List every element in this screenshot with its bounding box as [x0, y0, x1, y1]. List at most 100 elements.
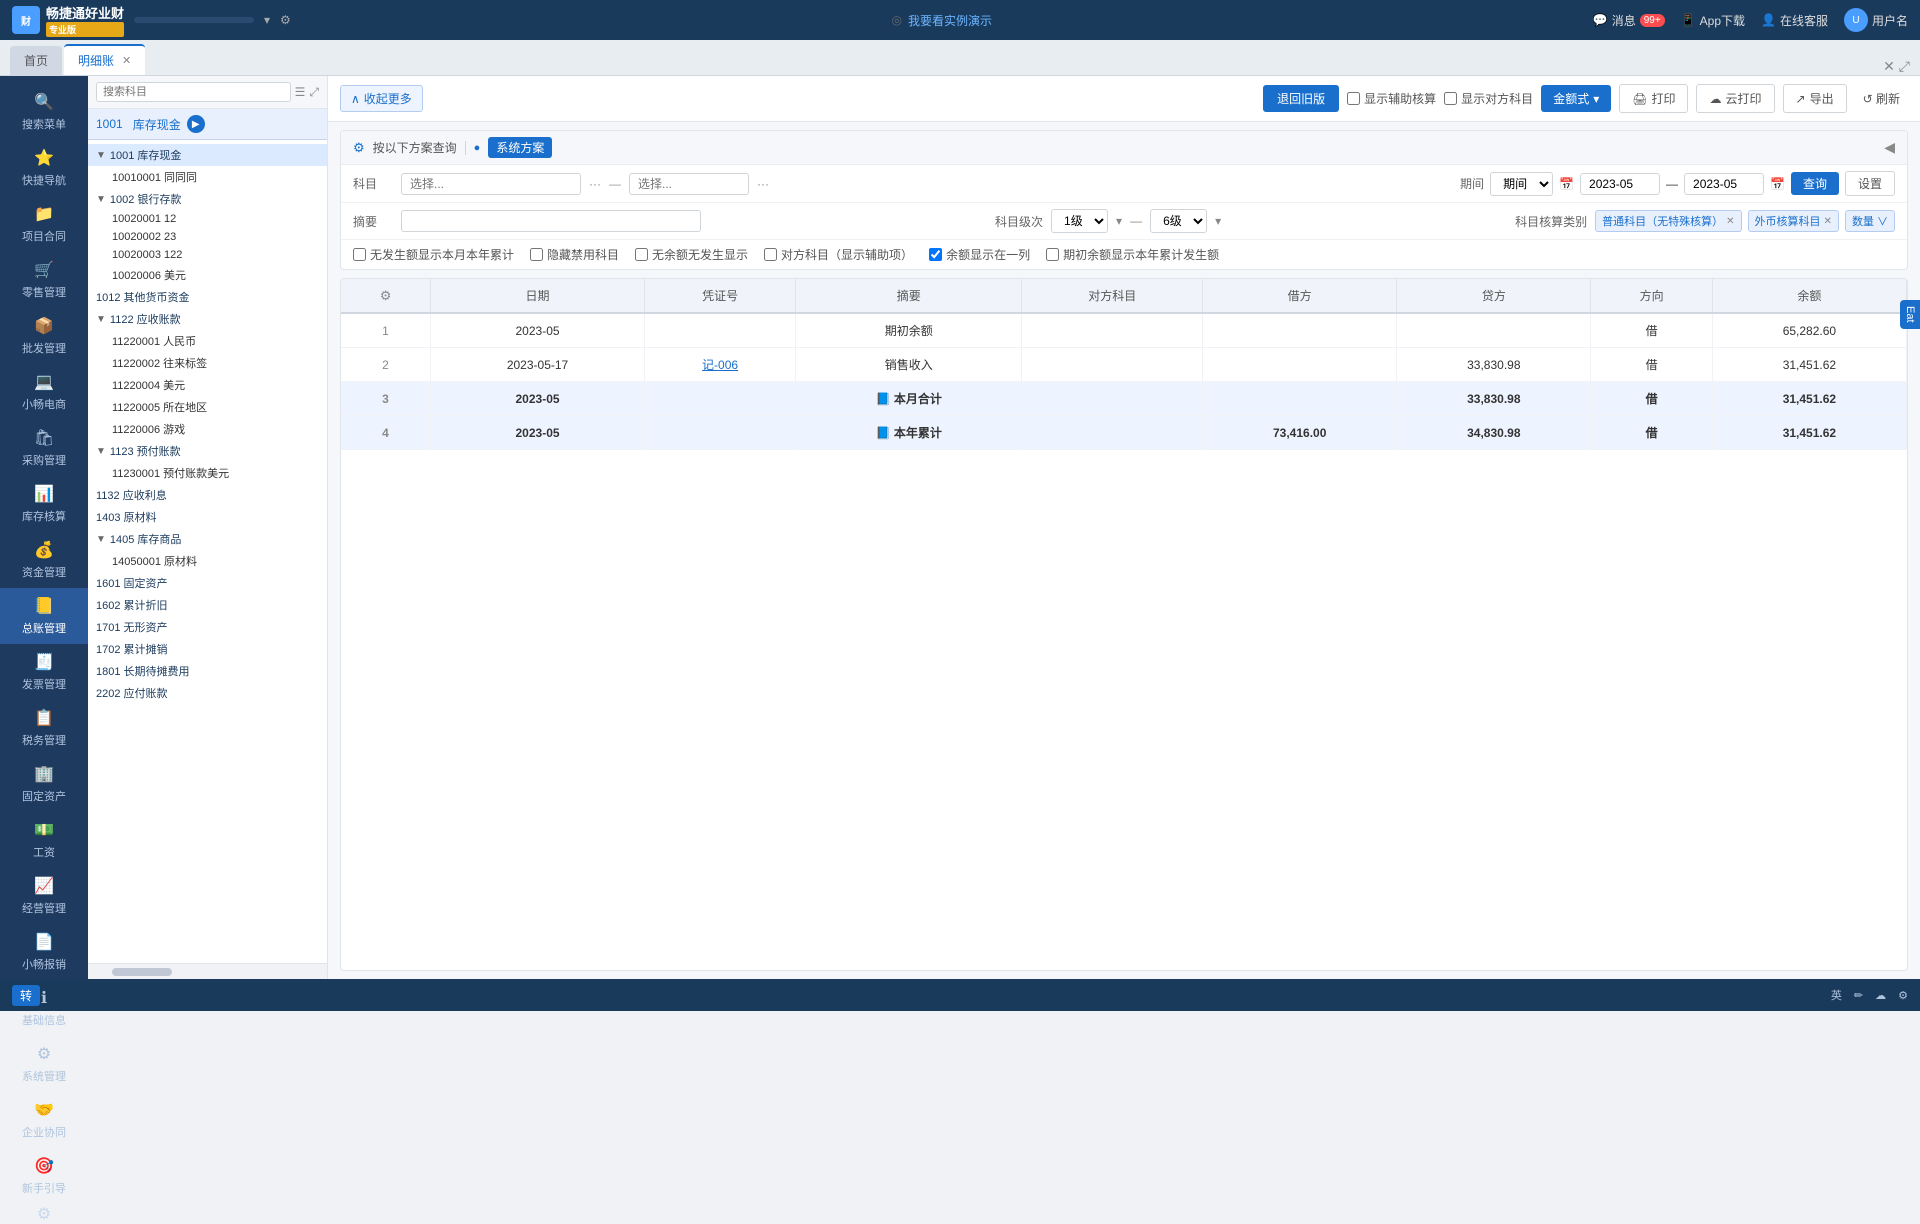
- sidebar-item-search[interactable]: 🔍 搜索菜单: [0, 84, 88, 140]
- voucher-link-2[interactable]: 记-006: [702, 358, 738, 372]
- settings-icon[interactable]: ⚙: [280, 13, 291, 27]
- message-button[interactable]: 💬 消息 99+: [1593, 12, 1665, 29]
- sidebar-item-cooperation[interactable]: 🤝 企业协同: [0, 1092, 88, 1148]
- sidebar-item-project[interactable]: 📁 项目合同: [0, 196, 88, 252]
- tab-detail[interactable]: 明细账 ✕: [64, 44, 145, 75]
- sidebar-item-guide[interactable]: 🎯 新手引导: [0, 1148, 88, 1204]
- bottom-settings-item[interactable]: ⚙: [1898, 989, 1908, 1002]
- app-download-button[interactable]: 📱 App下载: [1681, 12, 1745, 29]
- export-button[interactable]: ↗ 导出: [1783, 84, 1847, 113]
- cb-balance-col-input[interactable]: [929, 248, 942, 261]
- subject-input[interactable]: [401, 173, 581, 195]
- sidebar-item-payroll[interactable]: 💵 工资: [0, 812, 88, 868]
- expand-icon[interactable]: ⤢: [309, 85, 319, 100]
- sidebar-item-tax[interactable]: 📋 税务管理: [0, 700, 88, 756]
- cloud-print-button[interactable]: ☁ 云打印: [1696, 84, 1774, 113]
- account-search-input[interactable]: [96, 82, 291, 102]
- filter-settings-icon[interactable]: ●: [474, 142, 481, 154]
- tree-item-2202[interactable]: 2202 应付账款: [88, 682, 327, 704]
- sidebar-item-invoice[interactable]: 🧾 发票管理: [0, 644, 88, 700]
- dropdown-arrow[interactable]: ▾: [264, 13, 270, 27]
- cb-hide-disabled-input[interactable]: [530, 248, 543, 261]
- online-service-button[interactable]: 👤 在线客服: [1761, 12, 1828, 29]
- tree-item-11220001[interactable]: 11220001 人民币: [88, 330, 327, 352]
- bottom-lang-item[interactable]: 英: [1831, 987, 1842, 1003]
- print-button[interactable]: 🖨 打印: [1619, 84, 1688, 113]
- cb-period-balance-input[interactable]: [1046, 248, 1059, 261]
- period-start-input[interactable]: [1580, 173, 1660, 195]
- tag-normal-close[interactable]: ✕: [1726, 216, 1734, 227]
- tree-item-1702[interactable]: 1702 累计摊销: [88, 638, 327, 660]
- demo-button[interactable]: 我要看实例演示: [908, 12, 992, 29]
- period-type-select[interactable]: 期间: [1490, 172, 1553, 196]
- tree-item-1012[interactable]: 1012 其他货币资金: [88, 286, 327, 308]
- tag-foreign-close[interactable]: ✕: [1824, 216, 1832, 227]
- sidebar-item-wholesale[interactable]: 📦 批发管理: [0, 308, 88, 364]
- tree-item-1123[interactable]: ▼ 1123 预付账款: [88, 440, 327, 462]
- cb-opposite-input[interactable]: [764, 248, 777, 261]
- tree-item-1132[interactable]: 1132 应收利息: [88, 484, 327, 506]
- filter-collapse-icon[interactable]: ◀: [1884, 139, 1895, 156]
- table-gear-icon[interactable]: ⚙: [380, 288, 392, 303]
- tag-normal[interactable]: 普通科目（无特殊核算） ✕: [1595, 210, 1741, 232]
- filter-settings-button[interactable]: 设置: [1845, 171, 1895, 196]
- style-button[interactable]: 金额式 ▾: [1541, 85, 1611, 112]
- tab-home[interactable]: 首页: [10, 46, 62, 75]
- bottom-cloud-item[interactable]: ☁: [1875, 989, 1886, 1002]
- tree-item-11220002[interactable]: 11220002 往来标签: [88, 352, 327, 374]
- scheme-tab-system[interactable]: 系统方案: [488, 137, 552, 158]
- tree-item-1801[interactable]: 1801 长期待摊费用: [88, 660, 327, 682]
- tag-quantity[interactable]: 数量 ∨: [1845, 210, 1895, 232]
- tree-item-14050001[interactable]: 14050001 原材料: [88, 550, 327, 572]
- tag-foreign[interactable]: 外币核算科目 ✕: [1748, 210, 1839, 232]
- tree-item-1701[interactable]: 1701 无形资产: [88, 616, 327, 638]
- list-view-icon[interactable]: ☰: [295, 85, 306, 100]
- level-start-select[interactable]: 1级2级3级: [1051, 209, 1108, 233]
- show-aux-input[interactable]: [1347, 92, 1360, 105]
- tree-item-10020006[interactable]: 10020006 美元: [88, 264, 327, 286]
- sidebar-item-assets[interactable]: 🏢 固定资产: [0, 756, 88, 812]
- summary-input[interactable]: [401, 210, 701, 232]
- tree-item-11220004[interactable]: 11220004 美元: [88, 374, 327, 396]
- search-bar[interactable]: [134, 17, 254, 23]
- sidebar-item-retail[interactable]: 🛒 零售管理: [0, 252, 88, 308]
- sidebar-item-quick-nav[interactable]: ⭐ 快捷导航: [0, 140, 88, 196]
- period-end-icon[interactable]: 📅: [1770, 177, 1785, 191]
- period-start-icon[interactable]: 📅: [1559, 177, 1574, 191]
- close-window-icon[interactable]: ✕: [1883, 58, 1895, 75]
- tree-item-10020003[interactable]: 10020003 122: [88, 246, 327, 264]
- return-button[interactable]: 退回旧版: [1263, 85, 1339, 112]
- tree-item-1403[interactable]: 1403 原材料: [88, 506, 327, 528]
- sidebar-item-system[interactable]: ⚙ 系统管理: [0, 1036, 88, 1092]
- tree-item-11230001[interactable]: 11230001 预付账款美元: [88, 462, 327, 484]
- sidebar-settings[interactable]: ⚙: [37, 1204, 51, 1224]
- side-tab-eat[interactable]: Eat: [1900, 300, 1920, 329]
- subject-end-input[interactable]: [629, 173, 749, 195]
- subject-end-ellipsis[interactable]: ···: [757, 177, 769, 191]
- tree-item-11220006[interactable]: 11220006 游戏: [88, 418, 327, 440]
- show-opposite-input[interactable]: [1444, 92, 1457, 105]
- maximize-icon[interactable]: ⤢: [1899, 58, 1910, 75]
- account-nav-arrow[interactable]: ▶: [187, 115, 205, 133]
- refresh-button[interactable]: ↺ 刷新: [1855, 85, 1908, 112]
- period-end-input[interactable]: [1684, 173, 1764, 195]
- tree-item-10020001[interactable]: 10020001 12: [88, 210, 327, 228]
- cb-no-balance2-input[interactable]: [635, 248, 648, 261]
- tree-item-1122[interactable]: ▼ 1122 应收账款: [88, 308, 327, 330]
- sidebar-item-general[interactable]: 📒 总账管理: [0, 588, 88, 644]
- collapse-more-button[interactable]: ∧ 收起更多: [340, 85, 423, 112]
- tab-detail-close[interactable]: ✕: [122, 54, 131, 67]
- tree-item-1405[interactable]: ▼ 1405 库存商品: [88, 528, 327, 550]
- level-end-select[interactable]: 6级5级4级: [1150, 209, 1207, 233]
- sidebar-item-capital[interactable]: 💰 资金管理: [0, 532, 88, 588]
- tree-item-10020002[interactable]: 10020002 23: [88, 228, 327, 246]
- cb-no-balance-input[interactable]: [353, 248, 366, 261]
- tree-item-1002[interactable]: ▼ 1002 银行存款: [88, 188, 327, 210]
- scrollbar-thumb[interactable]: [112, 968, 172, 976]
- user-profile[interactable]: U 用户名: [1844, 8, 1908, 32]
- query-button[interactable]: 查询: [1791, 172, 1839, 195]
- sidebar-item-inventory[interactable]: 📊 库存核算: [0, 476, 88, 532]
- sidebar-item-report[interactable]: 📄 小畅报销: [0, 924, 88, 980]
- tree-item-1601[interactable]: 1601 固定资产: [88, 572, 327, 594]
- tree-item-11220005[interactable]: 11220005 所在地区: [88, 396, 327, 418]
